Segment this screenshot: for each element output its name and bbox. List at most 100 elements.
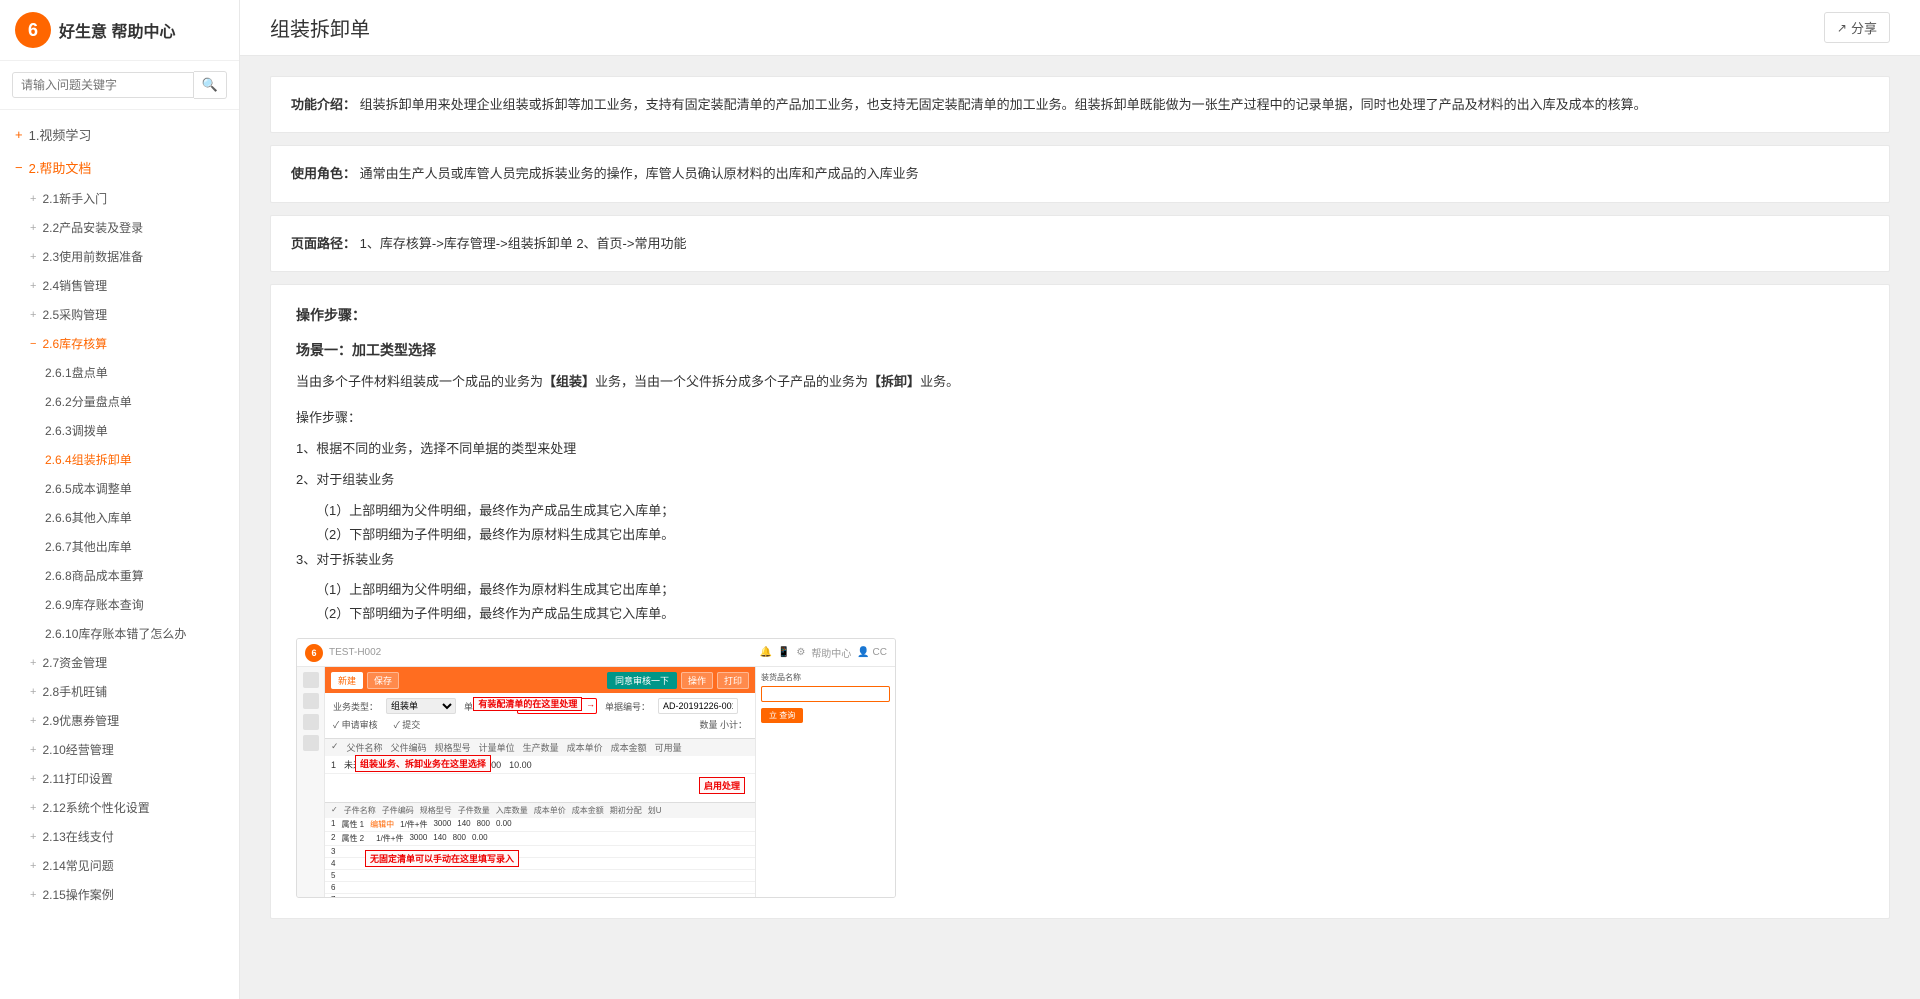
path-label: 页面路径：	[291, 236, 356, 251]
sidebar-item-ops-mgmt[interactable]: + 2.10经营管理	[0, 735, 239, 764]
mock-sidebar-icon	[303, 693, 319, 709]
mock-toolbar: 新建 保存 同意审核一下 操作 打印	[325, 667, 755, 693]
sub-plus-icon: +	[30, 280, 36, 292]
sidebar-item-payment[interactable]: + 2.13在线支付	[0, 822, 239, 851]
step2-sub1: （1）上部明细为父件明细，最终作为产成品生成其它入库单；	[316, 500, 1864, 519]
mock-date-input[interactable]	[517, 698, 597, 714]
share-button[interactable]: ↗ 分享	[1824, 12, 1890, 43]
sub-plus-icon: +	[30, 251, 36, 263]
sidebar-item-cost-recalc[interactable]: 2.6.8商品成本重算	[0, 561, 239, 590]
role-label: 使用角色：	[291, 166, 356, 181]
role-card: 使用角色： 通常由生产人员或库管人员完成拆装业务的操作，库管人员确认原材料的出库…	[270, 145, 1890, 202]
nav-section-video: + 1.视频学习	[0, 118, 239, 151]
sidebar-item-coupon[interactable]: + 2.9优惠券管理	[0, 706, 239, 735]
mock-cell-input	[370, 759, 420, 771]
mock-subrow4: 4	[325, 858, 755, 870]
nav-section-docs: − 2.帮助文档 + 2.1新手入门 + 2.2产品安装及登录 + 2.3使用前…	[0, 151, 239, 909]
mock-main-area: 新建 保存 同意审核一下 操作 打印 业务类型：	[325, 667, 755, 897]
search-input[interactable]	[12, 72, 194, 98]
app-logo: 6	[15, 12, 51, 48]
path-card: 页面路径： 1、库存核算->库存管理->组装拆卸单 2、首页->常用功能	[270, 215, 1890, 272]
sidebar-item-stock-ledger[interactable]: 2.6.9库存账本查询	[0, 590, 239, 619]
sub-plus-icon: +	[30, 860, 36, 872]
topbar: 组装拆卸单 ↗ 分享	[240, 0, 1920, 56]
sidebar-item-cases[interactable]: + 2.15操作案例	[0, 880, 239, 909]
mock-action-btn: 操作	[681, 672, 713, 689]
sub-plus-icon: +	[30, 831, 36, 843]
search-box: 🔍	[0, 61, 239, 110]
sidebar-item-system[interactable]: + 2.12系统个性化设置	[0, 793, 239, 822]
sidebar-item-inventory[interactable]: − 2.6库存核算	[0, 329, 239, 358]
step3: 3、对于拆装业务	[296, 548, 1864, 571]
mock-subrow7: 7	[325, 894, 755, 898]
mock-right-icons: 🔔 📱 ⚙ 帮助中心 👤 CC	[759, 645, 887, 660]
sidebar-item-transfer[interactable]: 2.6.3调拨单	[0, 416, 239, 445]
sidebar-item-other-in[interactable]: 2.6.6其他入库单	[0, 503, 239, 532]
mock-content: 新建 保存 同意审核一下 操作 打印 业务类型：	[297, 667, 895, 897]
page-title: 组装拆卸单	[270, 13, 370, 42]
sub-plus-icon: +	[30, 715, 36, 727]
sub-plus-icon: +	[30, 773, 36, 785]
sidebar-item-newbie[interactable]: + 2.1新手入门	[0, 184, 239, 213]
mock-subrow2: 2属性 2 1/件+件30001408000.00	[325, 832, 755, 846]
sidebar-item-docs[interactable]: − 2.帮助文档	[0, 151, 239, 184]
sidebar-item-ledger-fix[interactable]: 2.6.10库存账本错了怎么办	[0, 619, 239, 648]
mock-bom-search-btn[interactable]: 立 查询	[761, 708, 803, 723]
mock-sidebar	[297, 667, 325, 897]
mock-print-btn: 打印	[717, 672, 749, 689]
sidebar-item-purchase[interactable]: + 2.5采购管理	[0, 300, 239, 329]
sub-plus-icon: +	[30, 744, 36, 756]
mock-breadcrumb: TEST-H002	[329, 647, 381, 658]
role-text: 通常由生产人员或库管人员完成拆装业务的操作，库管人员确认原材料的出库和产成品的入…	[360, 166, 919, 181]
mock-sidebar-icon	[303, 735, 319, 751]
mock-app-logo: 6	[305, 644, 323, 662]
sub-minus-icon: −	[30, 338, 36, 350]
sub-plus-icon: +	[30, 309, 36, 321]
steps-sub-label: 操作步骤：	[296, 406, 1864, 429]
mock-new-btn: 新建	[331, 672, 363, 689]
sidebar-item-partial-stocktake[interactable]: 2.6.2分量盘点单	[0, 387, 239, 416]
minus-icon: −	[15, 160, 23, 175]
main-content: 组装拆卸单 ↗ 分享 功能介绍： 组装拆卸单用来处理企业组装或拆卸等加工业务，支…	[240, 0, 1920, 999]
intro-label: 功能介绍：	[291, 97, 356, 112]
step2-sub2: （2）下部明细为子件明细，最终作为原材料生成其它出库单。	[316, 524, 1864, 543]
mock-save-btn: 保存	[367, 672, 399, 689]
sidebar-item-cost-adjust[interactable]: 2.6.5成本调整单	[0, 474, 239, 503]
sidebar-item-assembly[interactable]: 2.6.4组装拆卸单	[0, 445, 239, 474]
sidebar-header: 6 好生意 帮助中心	[0, 0, 239, 61]
mock-subrow3: 3	[325, 846, 755, 858]
nav-tree: + 1.视频学习 − 2.帮助文档 + 2.1新手入门 + 2.2产品安装及登录	[0, 110, 239, 999]
step2: 2、对于组装业务	[296, 468, 1864, 491]
mock-sidebar-icon	[303, 714, 319, 730]
scene1-desc: 当由多个子件材料组装成一个成品的业务为【组装】业务，当由一个父件拆分成多个子产品…	[296, 370, 1864, 393]
sidebar-item-data-prep[interactable]: + 2.3使用前数据准备	[0, 242, 239, 271]
sidebar-item-stocktake[interactable]: 2.6.1盘点单	[0, 358, 239, 387]
intro-card: 功能介绍： 组装拆卸单用来处理企业组装或拆卸等加工业务，支持有固定装配清单的产品…	[270, 76, 1890, 133]
search-button[interactable]: 🔍	[194, 71, 227, 99]
app-title: 好生意 帮助中心	[59, 18, 175, 42]
scene1-title: 场景一：加工类型选择	[296, 340, 1864, 360]
sub-plus-icon: +	[30, 657, 36, 669]
sidebar-item-sales[interactable]: + 2.4销售管理	[0, 271, 239, 300]
sidebar-item-video[interactable]: + 1.视频学习	[0, 118, 239, 151]
mock-num-input[interactable]	[658, 698, 738, 714]
mock-form-row2: ✓ 申请审核 ✓ 提交 数量 小计：	[333, 718, 747, 731]
sidebar-item-print[interactable]: + 2.11打印设置	[0, 764, 239, 793]
sub-plus-icon: +	[30, 802, 36, 814]
mock-sidebar-icon	[303, 672, 319, 688]
mock-confirm-btn: 同意审核一下	[607, 672, 677, 689]
sidebar-item-install[interactable]: + 2.2产品安装及登录	[0, 213, 239, 242]
mock-type-select[interactable]: 组装单	[386, 698, 456, 714]
mock-form-row1: 业务类型： 组装单 单据日期： 单据编号：	[333, 698, 747, 714]
mock-table-row1: 1 未来 1.00 — 10.00 10.00	[325, 756, 755, 774]
annotation-enable: 启用处理	[699, 777, 745, 794]
mock-subrow1: 1属性 1编辑中 1/件+件30001408000.00	[325, 818, 755, 832]
mock-subtable-header: ✓ 子件名称 子件编码 规格型号 子件数量 入库数量 成本单价 成本金额 期初分…	[325, 802, 755, 818]
content-area: 功能介绍： 组装拆卸单用来处理企业组装或拆卸等加工业务，支持有固定装配清单的产品…	[240, 56, 1920, 999]
step3-sub1: （1）上部明细为父件明细，最终作为原材料生成其它出库单；	[316, 579, 1864, 598]
mock-table-header-area: ✓ 父件名称 父件编码 规格型号 计量单位 生产数量 成本单价 成本金额 可用量	[325, 738, 755, 756]
sidebar-item-mobile[interactable]: + 2.8手机旺铺	[0, 677, 239, 706]
sidebar-item-other-out[interactable]: 2.6.7其他出库单	[0, 532, 239, 561]
sidebar-item-faq[interactable]: + 2.14常见问题	[0, 851, 239, 880]
sidebar-item-finance[interactable]: + 2.7资金管理	[0, 648, 239, 677]
